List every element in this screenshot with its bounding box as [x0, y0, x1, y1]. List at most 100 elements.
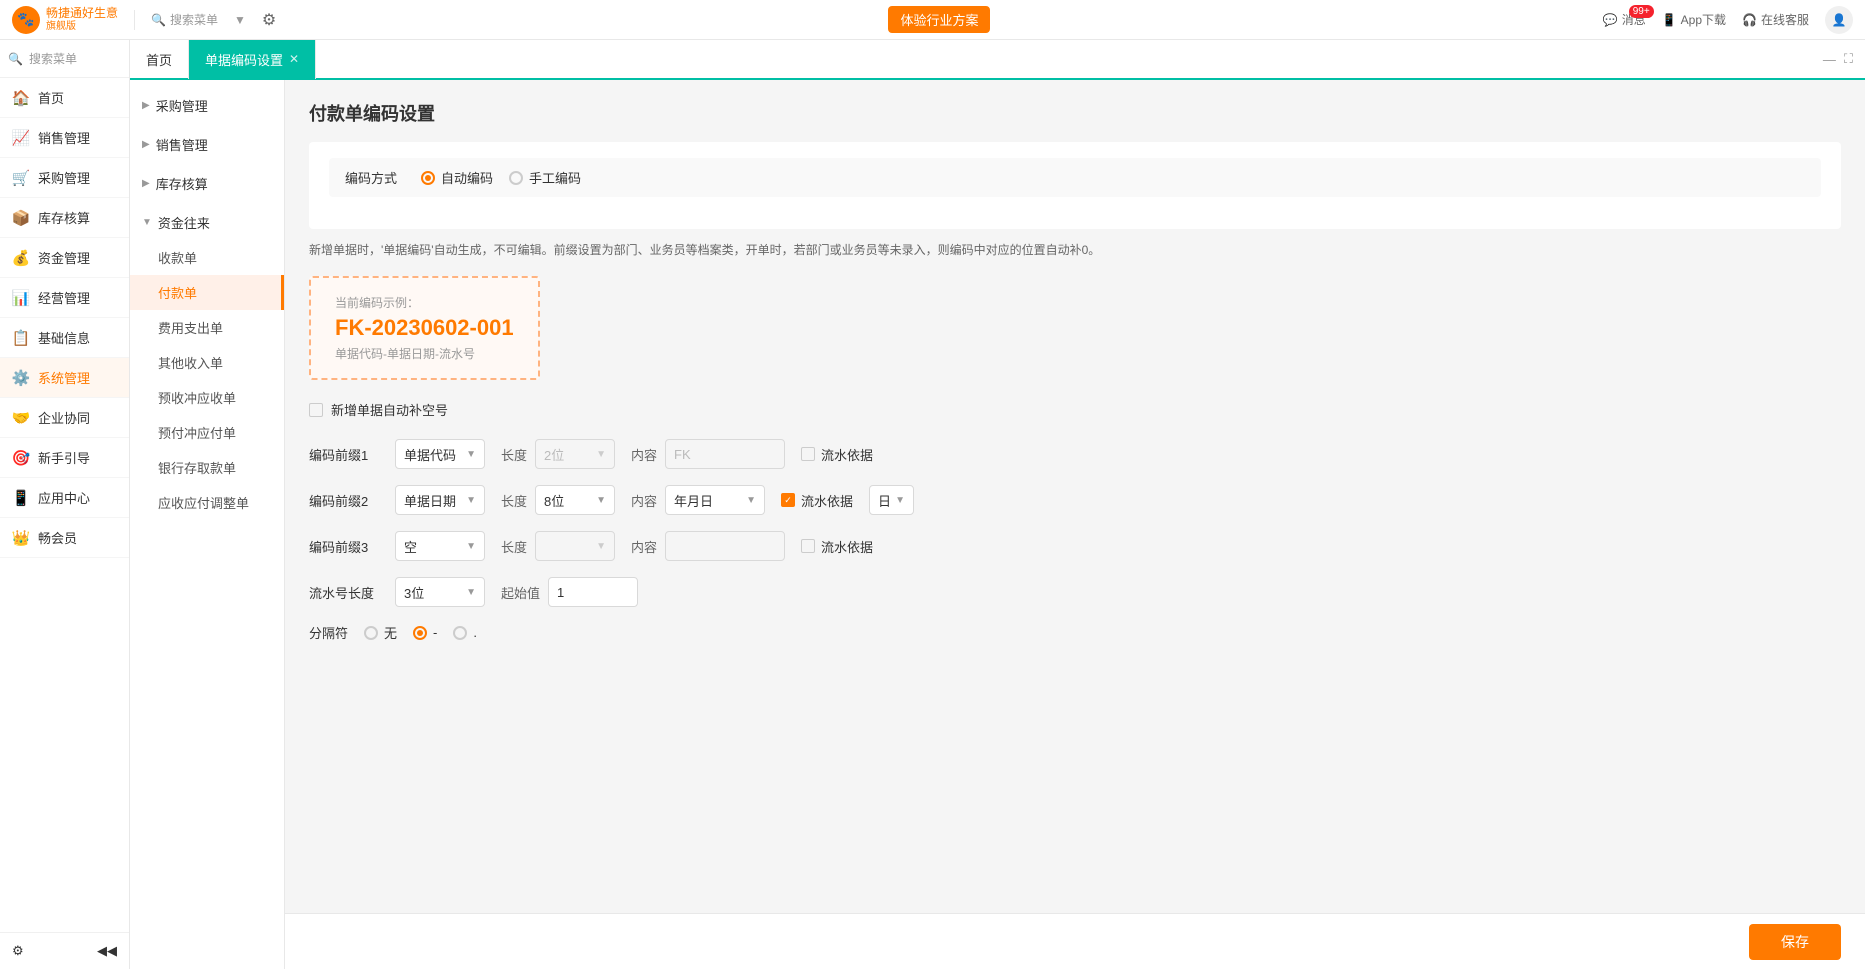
auto-code-radio-dot — [421, 171, 435, 185]
sub-item-prepay-recv[interactable]: 预收冲应收单 — [130, 380, 284, 415]
start-value-input[interactable]: 1 — [548, 577, 638, 607]
prefix2-length-group: 长度 8位 ▼ — [501, 485, 615, 515]
prefix3-length-group: 长度 ▼ — [501, 531, 615, 561]
sub-group-capital: ▼ 资金往来 收款单 付款单 费用支出单 其他收入单 预收冲应收单 预付冲应付单… — [130, 205, 284, 520]
sub-group-stock-title[interactable]: ▶ 库存核算 — [130, 166, 284, 201]
serial-length-select[interactable]: 3位 ▼ — [395, 577, 485, 607]
prefix1-content-group: 内容 FK — [631, 439, 785, 469]
sidebar-item-operation[interactable]: 📊 经营管理 — [0, 278, 129, 318]
tab-encode-setting[interactable]: 单据编码设置 ✕ — [189, 40, 316, 79]
auto-fill-label: 新增单据自动补空号 — [331, 400, 448, 419]
sidebar-item-inventory[interactable]: 📦 库存核算 — [0, 198, 129, 238]
sidebar-item-enterprise[interactable]: 🤝 企业协同 — [0, 398, 129, 438]
sidebar-search-btn[interactable]: 🔍 搜索菜单 — [8, 50, 121, 67]
save-button[interactable]: 保存 — [1749, 924, 1841, 960]
preview-box: 当前编码示例： FK-20230602-001 单据代码-单据日期-流水号 — [309, 276, 540, 380]
prefix2-serial-cb[interactable]: ✓ — [781, 493, 795, 507]
industry-btn[interactable]: 体验行业方案 — [888, 6, 990, 33]
prefix3-serial-label: 流水依据 — [821, 537, 873, 556]
day-arrow-icon: ▼ — [895, 495, 905, 506]
sidebar-item-newguide[interactable]: 🎯 新手引导 — [0, 438, 129, 478]
sidebar-item-appcenter[interactable]: 📱 应用中心 — [0, 478, 129, 518]
settings-bottom-icon[interactable]: ⚙ — [12, 943, 24, 959]
search-area[interactable]: 🔍 搜索菜单 — [151, 11, 218, 28]
encoding-method-row: 编码方式 自动编码 手工编码 — [329, 158, 1821, 197]
prefix2-day-select[interactable]: 日 ▼ — [869, 485, 914, 515]
basic-icon: 📋 — [12, 329, 30, 347]
sub-item-income[interactable]: 其他收入单 — [130, 345, 284, 380]
inner-layout: ▶ 采购管理 ▶ 销售管理 ▶ 库存核算 — [130, 80, 1865, 969]
tab-home[interactable]: 首页 — [130, 40, 189, 79]
sidebar-item-vip[interactable]: 👑 畅会员 — [0, 518, 129, 558]
serial-length-arrow-icon: ▼ — [466, 587, 476, 598]
prefix2-serial-checkbox[interactable]: ✓ 流水依据 — [781, 491, 853, 510]
topbar-right: 💬 消息 99+ 📱 App下载 🎧 在线客服 👤 — [1603, 6, 1853, 34]
vip-icon: 👑 — [12, 529, 30, 547]
sub-item-receipt[interactable]: 收款单 — [130, 240, 284, 275]
auto-fill-checkbox[interactable] — [309, 403, 323, 417]
prefix3-serial-checkbox[interactable]: 流水依据 — [801, 537, 873, 556]
sub-item-expense[interactable]: 费用支出单 — [130, 310, 284, 345]
service-btn[interactable]: 🎧 在线客服 — [1742, 11, 1809, 28]
serial-length-label: 流水号长度 — [309, 583, 379, 602]
system-icon: ⚙️ — [12, 369, 30, 387]
prefix2-content-label: 内容 — [631, 491, 657, 510]
maximize-icon[interactable]: ⛶ — [1844, 51, 1853, 67]
dropdown-arrow-icon[interactable]: ▼ — [234, 13, 246, 27]
user-avatar[interactable]: 👤 — [1825, 6, 1853, 34]
arrow-right-icon3: ▶ — [142, 178, 150, 189]
sidebar-item-purchase[interactable]: 🛒 采购管理 — [0, 158, 129, 198]
main-layout: 🔍 搜索菜单 🏠 首页 📈 销售管理 🛒 采购管理 📦 库存核算 💰 — [0, 40, 1865, 969]
sep-radio-dot-dot — [453, 626, 467, 640]
sub-group-purchase-title[interactable]: ▶ 采购管理 — [130, 88, 284, 123]
auto-code-radio[interactable]: 自动编码 — [421, 168, 493, 187]
prefix3-content-input — [665, 531, 785, 561]
sub-group-sales-title[interactable]: ▶ 销售管理 — [130, 127, 284, 162]
prefix2-content-input[interactable]: 年月日 ▼ — [665, 485, 765, 515]
sub-item-payment[interactable]: 付款单 — [130, 275, 284, 310]
tab-close-btn[interactable]: ✕ — [289, 52, 299, 66]
sidebar-item-basic[interactable]: 📋 基础信息 — [0, 318, 129, 358]
sidebar-item-finance[interactable]: 💰 资金管理 — [0, 238, 129, 278]
minimize-icon[interactable]: — — [1823, 52, 1836, 67]
sep-radio-dash[interactable]: - — [413, 625, 437, 640]
topbar: 🐾 畅捷通好生意 旗舰版 🔍 搜索菜单 ▼ ⚙ 体验行业方案 💬 消息 99+ … — [0, 0, 1865, 40]
manual-code-radio[interactable]: 手工编码 — [509, 168, 581, 187]
prefix2-length-input[interactable]: 8位 ▼ — [535, 485, 615, 515]
sub-group-capital-title[interactable]: ▼ 资金往来 — [130, 205, 284, 240]
sidebar-item-sales[interactable]: 📈 销售管理 — [0, 118, 129, 158]
settings-icon[interactable]: ⚙ — [262, 10, 276, 30]
preview-label: 当前编码示例： — [335, 294, 514, 311]
sidebar-item-home[interactable]: 🏠 首页 — [0, 78, 129, 118]
topbar-left: 🐾 畅捷通好生意 旗舰版 🔍 搜索菜单 ▼ ⚙ — [12, 6, 276, 34]
sidebar-item-system[interactable]: ⚙️ 系统管理 — [0, 358, 129, 398]
sidebar-bottom: ⚙ ◀◀ — [0, 932, 129, 969]
message-btn[interactable]: 💬 消息 99+ — [1603, 11, 1646, 28]
collapse-icon[interactable]: ◀◀ — [97, 943, 117, 959]
tabbar-actions: — ⛶ — [1823, 51, 1865, 67]
sidebar-search[interactable]: 🔍 搜索菜单 — [0, 40, 129, 78]
prefix1-select[interactable]: 单据代码 ▼ — [395, 439, 485, 469]
prefix2-select[interactable]: 单据日期 ▼ — [395, 485, 485, 515]
app-download-btn[interactable]: 📱 App下载 — [1662, 11, 1726, 28]
preview-code: FK-20230602-001 — [335, 315, 514, 341]
prefix3-serial-cb[interactable] — [801, 539, 815, 553]
sales-icon: 📈 — [12, 129, 30, 147]
encoding-radio-group: 自动编码 手工编码 — [421, 168, 581, 187]
prefix1-arrow-icon: ▼ — [466, 449, 476, 460]
sub-item-bank[interactable]: 银行存取款单 — [130, 450, 284, 485]
sep-radio-none[interactable]: 无 — [364, 623, 397, 642]
logo-text: 畅捷通好生意 旗舰版 — [46, 6, 118, 32]
prefix3-length-label: 长度 — [501, 537, 527, 556]
prefix1-serial-cb[interactable] — [801, 447, 815, 461]
topbar-divider — [134, 10, 135, 30]
prefix2-content-arrow: ▼ — [746, 495, 756, 506]
prefix1-serial-checkbox[interactable]: 流水依据 — [801, 445, 873, 464]
sub-item-adjust[interactable]: 应收应付调整单 — [130, 485, 284, 520]
prefix3-select[interactable]: 空 ▼ — [395, 531, 485, 561]
home-icon: 🏠 — [12, 89, 30, 107]
prefix1-serial-label: 流水依据 — [821, 445, 873, 464]
sub-item-prepay-pay[interactable]: 预付冲应付单 — [130, 415, 284, 450]
sep-radio-dot[interactable]: . — [453, 625, 477, 640]
encoding-method-label: 编码方式 — [345, 168, 397, 187]
